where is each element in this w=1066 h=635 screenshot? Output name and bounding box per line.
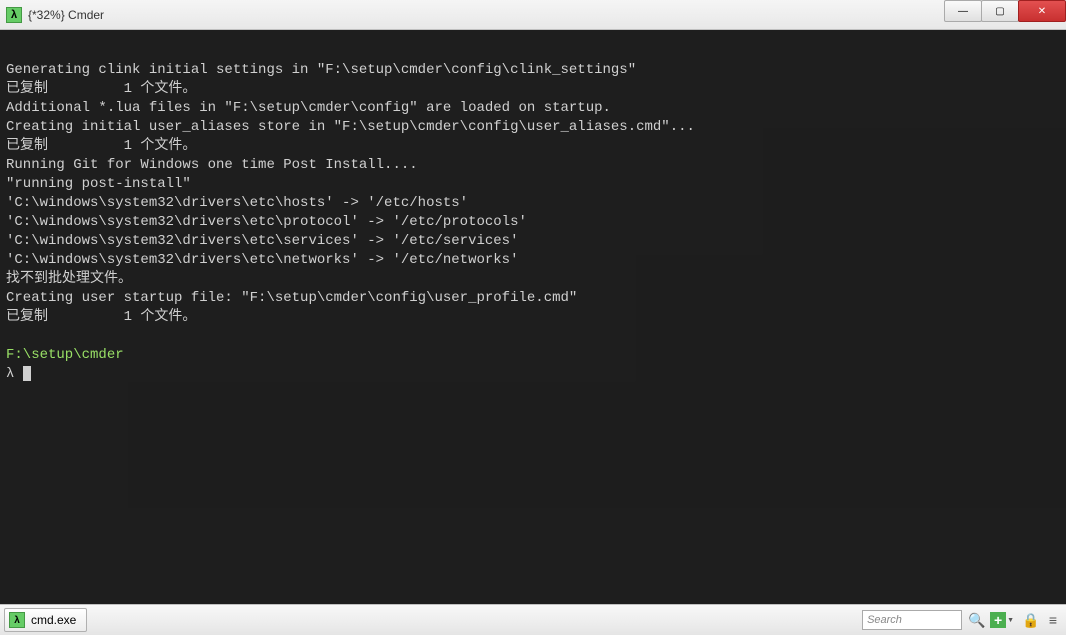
search-input[interactable]: Search: [862, 610, 962, 630]
status-bar: λ cmd.exe Search 🔍 + ▼ 🔒 ≡: [0, 604, 1066, 635]
menu-icon[interactable]: ≡: [1044, 611, 1062, 629]
title-bar[interactable]: λ {*32%} Cmder — ▢ ✕: [0, 0, 1066, 30]
window-title: {*32%} Cmder: [28, 8, 104, 22]
search-icon[interactable]: 🔍: [968, 611, 986, 629]
terminal-line: 已复制 1 个文件。: [6, 309, 196, 325]
app-icon: λ: [6, 7, 22, 23]
new-tab-button[interactable]: +: [990, 612, 1006, 628]
terminal-line: 'C:\windows\system32\drivers\etc\network…: [6, 252, 518, 268]
terminal-area[interactable]: Generating clink initial settings in "F:…: [0, 30, 1066, 604]
terminal-line: "running post-install": [6, 176, 191, 192]
terminal-cursor: [23, 366, 31, 381]
prompt-path: F:\setup\cmder: [6, 347, 124, 363]
terminal-line: Creating user startup file: "F:\setup\cm…: [6, 290, 577, 306]
prompt-symbol: λ: [6, 366, 14, 382]
terminal-line: Generating clink initial settings in "F:…: [6, 62, 636, 78]
tab-icon: λ: [9, 612, 25, 628]
new-tab-dropdown[interactable]: ▼: [1007, 617, 1014, 624]
search-placeholder: Search: [867, 614, 902, 626]
toolbar-icons: 🔍 + ▼ 🔒 ≡: [968, 611, 1062, 629]
console-tab[interactable]: λ cmd.exe: [4, 608, 87, 632]
terminal-line: 找不到批处理文件。: [6, 271, 132, 287]
close-button[interactable]: ✕: [1018, 0, 1066, 22]
terminal-line: 'C:\windows\system32\drivers\etc\service…: [6, 233, 518, 249]
terminal-line: 'C:\windows\system32\drivers\etc\protoco…: [6, 214, 527, 230]
terminal-line: Additional *.lua files in "F:\setup\cmde…: [6, 100, 611, 116]
search-container: Search 🔍 + ▼ 🔒 ≡: [862, 610, 1062, 630]
lock-icon[interactable]: 🔒: [1022, 611, 1040, 629]
terminal-line: Running Git for Windows one time Post In…: [6, 157, 418, 173]
terminal-line: Creating initial user_aliases store in "…: [6, 119, 695, 135]
minimize-button[interactable]: —: [944, 0, 982, 22]
terminal-line: 已复制 1 个文件。: [6, 81, 196, 97]
tab-label: cmd.exe: [31, 613, 76, 627]
terminal-line: 'C:\windows\system32\drivers\etc\hosts' …: [6, 195, 468, 211]
maximize-button[interactable]: ▢: [981, 0, 1019, 22]
window-controls: — ▢ ✕: [945, 0, 1066, 26]
terminal-line: 已复制 1 个文件。: [6, 138, 196, 154]
